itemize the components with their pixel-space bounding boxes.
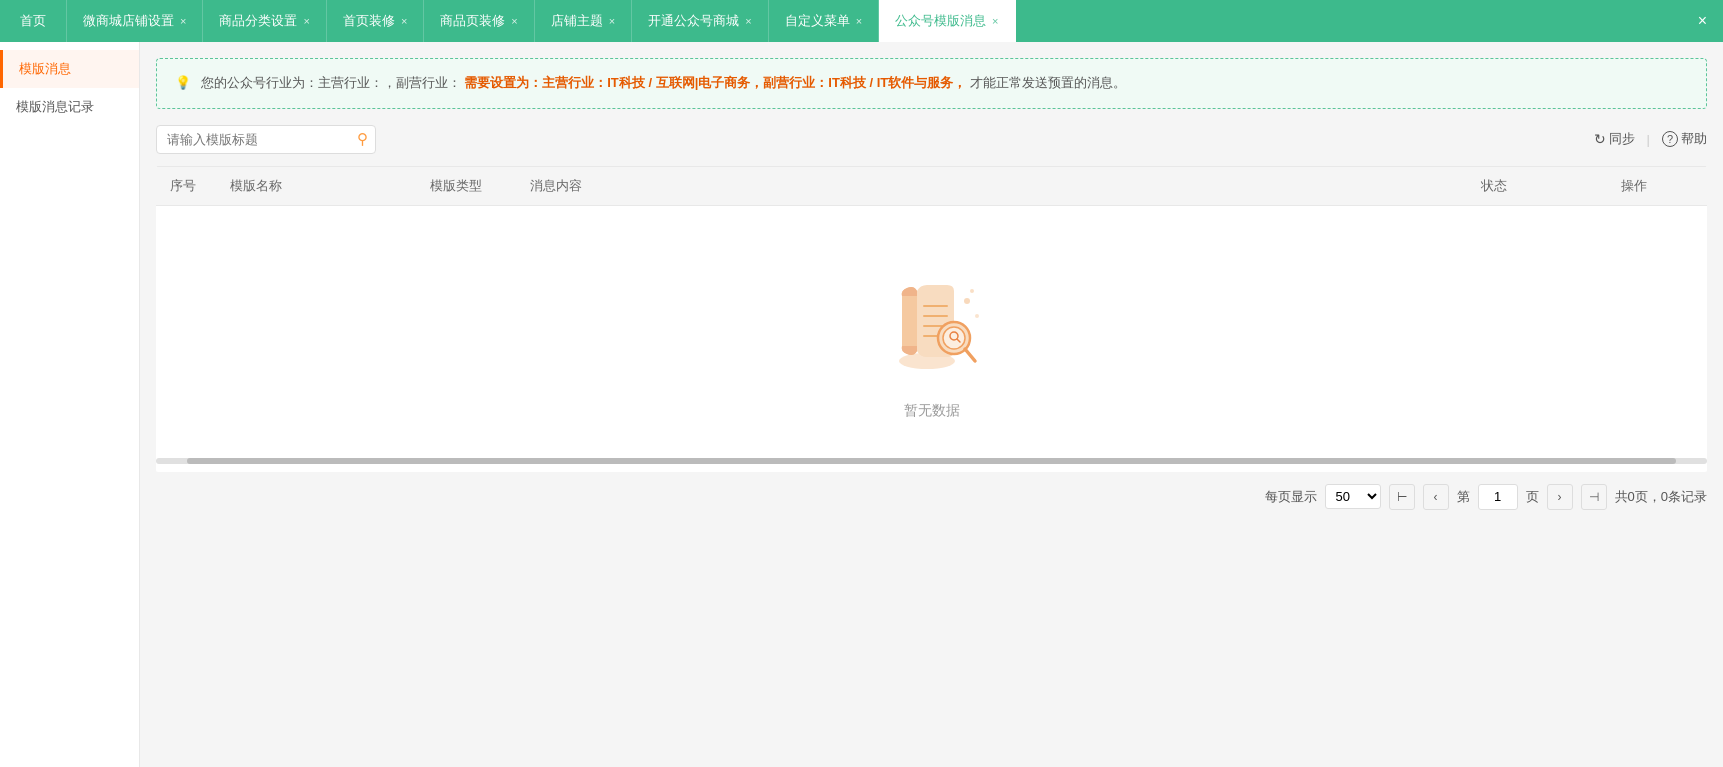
search-button[interactable]: ⚲ <box>357 130 368 148</box>
data-table: 序号 模版名称 模版类型 消息内容 状态 操作 <box>156 166 1707 450</box>
last-page-button[interactable]: ⊣ <box>1581 484 1607 510</box>
tab-label: 开通公众号商城 <box>648 12 739 30</box>
tab-open-wechat-shop[interactable]: 开通公众号商城 × <box>632 0 768 42</box>
col-header-index: 序号 <box>156 166 216 205</box>
sidebar: 模版消息 模版消息记录 <box>0 42 140 767</box>
help-button[interactable]: ? 帮助 <box>1662 130 1707 148</box>
help-label: 帮助 <box>1681 130 1707 148</box>
svg-point-6 <box>943 327 965 349</box>
tab-label: 微商城店铺设置 <box>83 12 174 30</box>
tab-close-open-wechat-shop[interactable]: × <box>745 15 751 27</box>
notice-highlight: 需要设置为：主营行业：IT科技 / 互联网|电子商务，副营行业：IT科技 / I… <box>464 75 966 90</box>
notice-prefix: 您的公众号行业为：主营行业：，副营行业： <box>201 75 461 90</box>
toolbar-right: ↻ 同步 | ? 帮助 <box>1594 130 1707 148</box>
tab-custom-menu[interactable]: 自定义菜单 × <box>769 0 879 42</box>
toolbar-divider: | <box>1647 132 1650 147</box>
col-header-name: 模版名称 <box>216 166 416 205</box>
page-size-select[interactable]: 50 10 20 100 <box>1325 484 1381 509</box>
tab-label: 商品页装修 <box>440 12 505 30</box>
empty-state-row: 暂无数据 <box>156 205 1707 450</box>
col-header-action: 操作 <box>1607 166 1707 205</box>
content-area: 💡 您的公众号行业为：主营行业：，副营行业： 需要设置为：主营行业：IT科技 /… <box>140 42 1723 767</box>
help-icon: ? <box>1662 131 1678 147</box>
svg-point-12 <box>970 289 974 293</box>
tab-wechat-shop[interactable]: 微商城店铺设置 × <box>67 0 203 42</box>
sidebar-item-label: 模版消息记录 <box>16 99 94 114</box>
scrollbar-thumb[interactable] <box>187 458 1676 464</box>
tab-label: 公众号模版消息 <box>895 12 986 30</box>
tab-template-msg[interactable]: 公众号模版消息 × <box>879 0 1015 42</box>
col-header-content: 消息内容 <box>516 166 1467 205</box>
tab-home-decor[interactable]: 首页装修 × <box>327 0 424 42</box>
sidebar-item-template-message-log[interactable]: 模版消息记录 <box>0 88 139 126</box>
current-page-input[interactable] <box>1478 484 1518 510</box>
search-bar: ⚲ ↻ 同步 | ? 帮助 <box>156 125 1707 154</box>
notice-icon: 💡 <box>175 75 191 90</box>
close-all-tabs-button[interactable]: × <box>1682 12 1723 30</box>
table-header-row: 序号 模版名称 模版类型 消息内容 状态 操作 <box>156 166 1707 205</box>
tab-shop-theme[interactable]: 店铺主题 × <box>535 0 632 42</box>
search-input[interactable] <box>156 125 376 154</box>
home-tab-label: 首页 <box>20 12 46 30</box>
total-label: 共0页，0条记录 <box>1615 488 1707 506</box>
tab-close-wechat-shop[interactable]: × <box>180 15 186 27</box>
tab-label: 首页装修 <box>343 12 395 30</box>
page-size-label: 每页显示 <box>1265 488 1317 506</box>
tab-label: 自定义菜单 <box>785 12 850 30</box>
prev-page-button[interactable]: ‹ <box>1423 484 1449 510</box>
pagination-bar: 每页显示 50 10 20 100 ⊢ ‹ 第 页 › ⊣ 共0页，0条记录 <box>156 472 1707 514</box>
first-page-button[interactable]: ⊢ <box>1389 484 1415 510</box>
sync-button[interactable]: ↻ 同步 <box>1594 130 1635 148</box>
main-layout: 模版消息 模版消息记录 💡 您的公众号行业为：主营行业：，副营行业： 需要设置为… <box>0 42 1723 767</box>
empty-state: 暂无数据 <box>156 206 1707 450</box>
sync-icon: ↻ <box>1594 131 1606 147</box>
tab-close-product-category[interactable]: × <box>303 15 309 27</box>
tab-product-decor[interactable]: 商品页装修 × <box>424 0 534 42</box>
tab-close-home-decor[interactable]: × <box>401 15 407 27</box>
tab-product-category[interactable]: 商品分类设置 × <box>203 0 326 42</box>
page-label-prefix: 第 <box>1457 488 1470 506</box>
horizontal-scrollbar[interactable] <box>156 458 1707 464</box>
sync-label: 同步 <box>1609 130 1635 148</box>
svg-point-10 <box>964 298 970 304</box>
empty-text: 暂无数据 <box>156 402 1707 420</box>
col-header-status: 状态 <box>1467 166 1607 205</box>
page-label-suffix: 页 <box>1526 488 1539 506</box>
tab-close-product-decor[interactable]: × <box>511 15 517 27</box>
sidebar-item-template-message[interactable]: 模版消息 <box>0 50 139 88</box>
search-input-wrap: ⚲ <box>156 125 376 154</box>
next-page-button[interactable]: › <box>1547 484 1573 510</box>
col-header-type: 模版类型 <box>416 166 516 205</box>
tab-label: 商品分类设置 <box>219 12 297 30</box>
search-icon: ⚲ <box>357 130 368 147</box>
data-table-wrap: 序号 模版名称 模版类型 消息内容 状态 操作 <box>156 166 1707 472</box>
tab-close-template-msg[interactable]: × <box>992 15 998 27</box>
notice-box: 💡 您的公众号行业为：主营行业：，副营行业： 需要设置为：主营行业：IT科技 /… <box>156 58 1707 109</box>
tab-label: 店铺主题 <box>551 12 603 30</box>
svg-line-7 <box>965 349 975 361</box>
tab-home[interactable]: 首页 <box>0 0 67 42</box>
tab-close-custom-menu[interactable]: × <box>856 15 862 27</box>
tab-bar: 首页 微商城店铺设置 × 商品分类设置 × 首页装修 × 商品页装修 × 店铺主… <box>0 0 1723 42</box>
notice-suffix: 才能正常发送预置的消息。 <box>970 75 1126 90</box>
tab-close-shop-theme[interactable]: × <box>609 15 615 27</box>
empty-illustration <box>872 266 992 386</box>
svg-point-11 <box>975 314 979 318</box>
sidebar-item-label: 模版消息 <box>19 61 71 76</box>
